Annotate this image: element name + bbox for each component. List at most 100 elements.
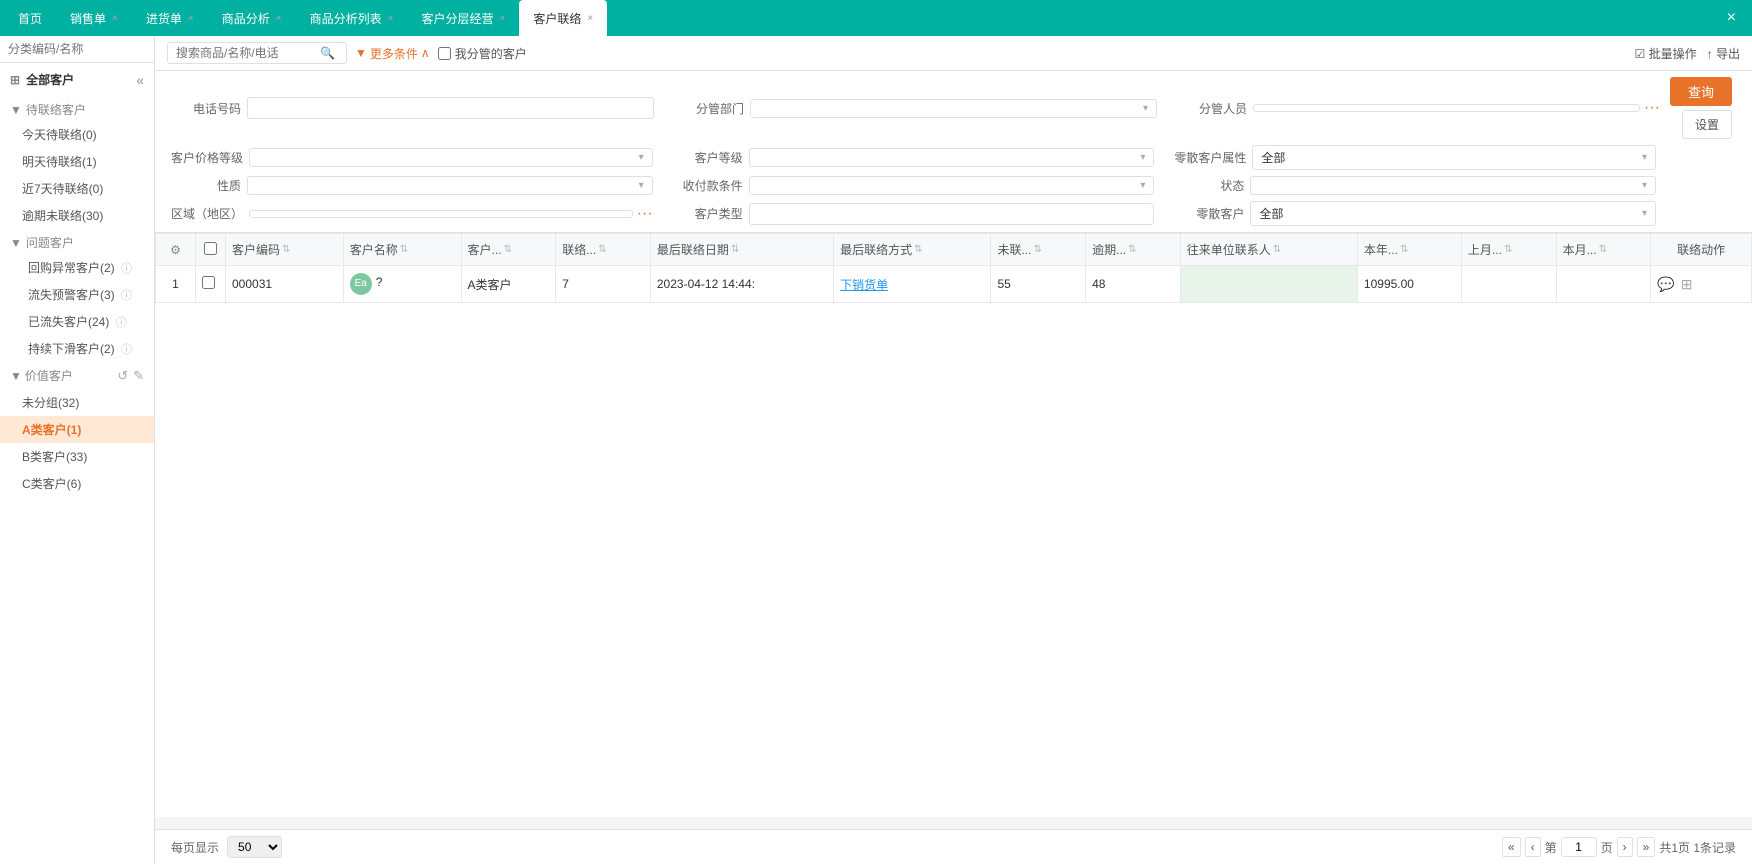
collapse-sidebar-btn[interactable]: « <box>136 72 144 88</box>
qr-icon[interactable]: ⊞ <box>1681 276 1693 293</box>
query-button[interactable]: 查询 <box>1670 77 1732 106</box>
triangle-icon-problem: ▼ <box>10 236 22 250</box>
phone-input[interactable] <box>247 97 654 119</box>
last-contact-method-link[interactable]: 下销货单 <box>840 278 888 292</box>
batch-op-btn[interactable]: ☑ 批量操作 <box>1635 45 1697 62</box>
retail-attr-select[interactable]: 全部 ▾ <box>1252 145 1656 170</box>
sort-icon-last-method[interactable]: ⇅ <box>914 244 922 255</box>
sidebar-search-input[interactable] <box>8 42 155 56</box>
tab-product-analysis-list[interactable]: 商品分析列表 × <box>296 0 408 36</box>
col-header-last-method: 最后联络方式⇅ <box>834 234 991 266</box>
first-page-btn[interactable]: « <box>1502 837 1521 857</box>
filter-cell-region: 区域（地区） ··· <box>171 205 653 223</box>
sidebar-item-declining[interactable]: 持续下滑客户(2) ⓘ <box>0 335 154 362</box>
problem-customers-group[interactable]: ▼ 问题客户 <box>0 229 154 254</box>
page-size-select[interactable]: 10 20 50 100 <box>227 836 282 858</box>
dept-select[interactable]: ▾ <box>750 99 1157 118</box>
sidebar-item-abnormal-repurchase[interactable]: 回购异常客户(2) ⓘ <box>0 254 154 281</box>
sort-icon-this-year[interactable]: ⇅ <box>1400 244 1408 255</box>
sidebar-item-c-class[interactable]: C类客户(6) <box>0 470 154 497</box>
payment-label: 收付款条件 <box>673 177 743 194</box>
tab-product-analysis-close[interactable]: × <box>276 13 282 24</box>
person-more-icon[interactable]: ··· <box>1644 99 1660 117</box>
retail-customer-select[interactable]: 全部 ▾ <box>1250 201 1656 226</box>
region-more-icon[interactable]: ··· <box>637 205 653 223</box>
sidebar-item-a-class[interactable]: A类客户(1) <box>0 416 154 443</box>
next-page-btn[interactable]: › <box>1617 837 1633 857</box>
price-grade-select[interactable]: ▾ <box>249 148 653 167</box>
refresh-icon[interactable]: ↺ <box>117 368 128 384</box>
tab-customer-segment-close[interactable]: × <box>499 13 505 24</box>
col-last-month-label: 上月... <box>1468 241 1502 258</box>
sidebar-item-today[interactable]: 今天待联络(0) <box>0 121 154 148</box>
tab-product-analysis[interactable]: 商品分析 × <box>208 0 296 36</box>
select-all-checkbox[interactable] <box>204 242 217 255</box>
sidebar-item-churned[interactable]: 已流失客户(24) ⓘ <box>0 308 154 335</box>
settings-button[interactable]: 设置 <box>1682 110 1732 139</box>
content-area: 🔍 ▼ 更多条件 ∧ 我分管的客户 ☑ 批量操作 <box>155 36 1752 864</box>
sort-icon-overdue[interactable]: ⇅ <box>1128 244 1136 255</box>
filter-cell-customer-type: 客户类型 <box>673 203 1155 225</box>
person-select-area: ··· <box>1253 99 1660 117</box>
my-customers-checkbox[interactable] <box>438 47 451 60</box>
filter-row-3: 性质 ▾ 收付款条件 ▾ 状态 <box>171 176 1736 195</box>
tab-customer-contact[interactable]: 客户联络 × <box>519 0 607 36</box>
sort-icon-not-contact[interactable]: ⇅ <box>1033 244 1041 255</box>
cell-check <box>196 266 226 303</box>
triangle-icon: ▼ <box>10 103 22 117</box>
tab-product-analysis-list-close[interactable]: × <box>388 13 394 24</box>
chat-icon[interactable]: 💬 <box>1657 276 1674 293</box>
sort-icon-code[interactable]: ⇅ <box>282 244 290 255</box>
customer-grade-label: 客户等级 <box>673 149 743 166</box>
sort-icon-name[interactable]: ⇅ <box>400 244 408 255</box>
export-btn[interactable]: ↑ 导出 <box>1707 45 1740 62</box>
tab-purchase-close[interactable]: × <box>188 13 194 24</box>
col-settings-icon[interactable]: ⚙ <box>170 243 181 257</box>
region-select[interactable] <box>249 210 633 218</box>
main-layout: 🔍 ⊞ 全部客户 « ▼ 待联络客户 今天待联络(0) 明天待联络(1) 近7天… <box>0 36 1752 864</box>
sidebar-item-tomorrow[interactable]: 明天待联络(1) <box>0 148 154 175</box>
sort-icon-contact[interactable]: ⇅ <box>598 244 606 255</box>
sort-icon-category[interactable]: ⇅ <box>504 244 512 255</box>
search-input[interactable] <box>176 46 316 60</box>
sort-icon-last-month[interactable]: ⇅ <box>1504 244 1512 255</box>
horizontal-scrollbar[interactable] <box>155 817 1752 829</box>
customer-grade-select[interactable]: ▾ <box>749 148 1155 167</box>
tab-product-analysis-list-label: 商品分析列表 <box>310 10 382 27</box>
all-customers-header[interactable]: ⊞ 全部客户 « <box>0 63 154 96</box>
sort-icon-this-month[interactable]: ⇅ <box>1599 244 1607 255</box>
tab-customer-segment[interactable]: 客户分层经营 × <box>407 0 519 36</box>
sidebar-item-ungrouped[interactable]: 未分组(32) <box>0 389 154 416</box>
edit-icon[interactable]: ✎ <box>133 368 144 384</box>
sidebar-item-churn-warning[interactable]: 流失预警客户(3) ⓘ <box>0 281 154 308</box>
tab-purchase[interactable]: 进货单 × <box>132 0 208 36</box>
sidebar-item-overdue[interactable]: 逾期未联络(30) <box>0 202 154 229</box>
close-all-tabs[interactable]: × <box>1715 9 1748 27</box>
customer-type-input[interactable] <box>749 203 1155 225</box>
my-customers-checkbox-label[interactable]: 我分管的客户 <box>438 45 527 62</box>
nature-select[interactable]: ▾ <box>247 176 653 195</box>
tab-home[interactable]: 首页 <box>4 0 56 36</box>
cell-code: 000031 <box>226 266 344 303</box>
person-select[interactable] <box>1253 104 1640 112</box>
value-customers-group[interactable]: ▼ 价值客户 ↺ ✎ <box>0 362 154 389</box>
status-select[interactable]: ▾ <box>1250 176 1656 195</box>
tab-customer-contact-close[interactable]: × <box>587 13 593 24</box>
price-grade-chevron: ▾ <box>639 152 644 163</box>
sort-icon-contacts[interactable]: ⇅ <box>1273 244 1281 255</box>
prev-page-btn[interactable]: ‹ <box>1525 837 1541 857</box>
sidebar-item-b-class[interactable]: B类客户(33) <box>0 443 154 470</box>
search-icon[interactable]: 🔍 <box>320 46 335 60</box>
sidebar-item-7days[interactable]: 近7天待联络(0) <box>0 175 154 202</box>
page-number-input[interactable] <box>1561 837 1597 857</box>
sort-icon-last-date[interactable]: ⇅ <box>731 244 739 255</box>
tab-sales[interactable]: 销售单 × <box>56 0 132 36</box>
tab-sales-close[interactable]: × <box>112 13 118 24</box>
more-conditions-btn[interactable]: ▼ 更多条件 ∧ <box>355 45 430 62</box>
last-page-btn[interactable]: » <box>1637 837 1656 857</box>
payment-select[interactable]: ▾ <box>749 176 1155 195</box>
retail-attr-chevron: ▾ <box>1642 152 1647 163</box>
pending-contact-group[interactable]: ▼ 待联络客户 <box>0 96 154 121</box>
tab-purchase-label: 进货单 <box>146 10 182 27</box>
row-checkbox[interactable] <box>202 276 215 289</box>
